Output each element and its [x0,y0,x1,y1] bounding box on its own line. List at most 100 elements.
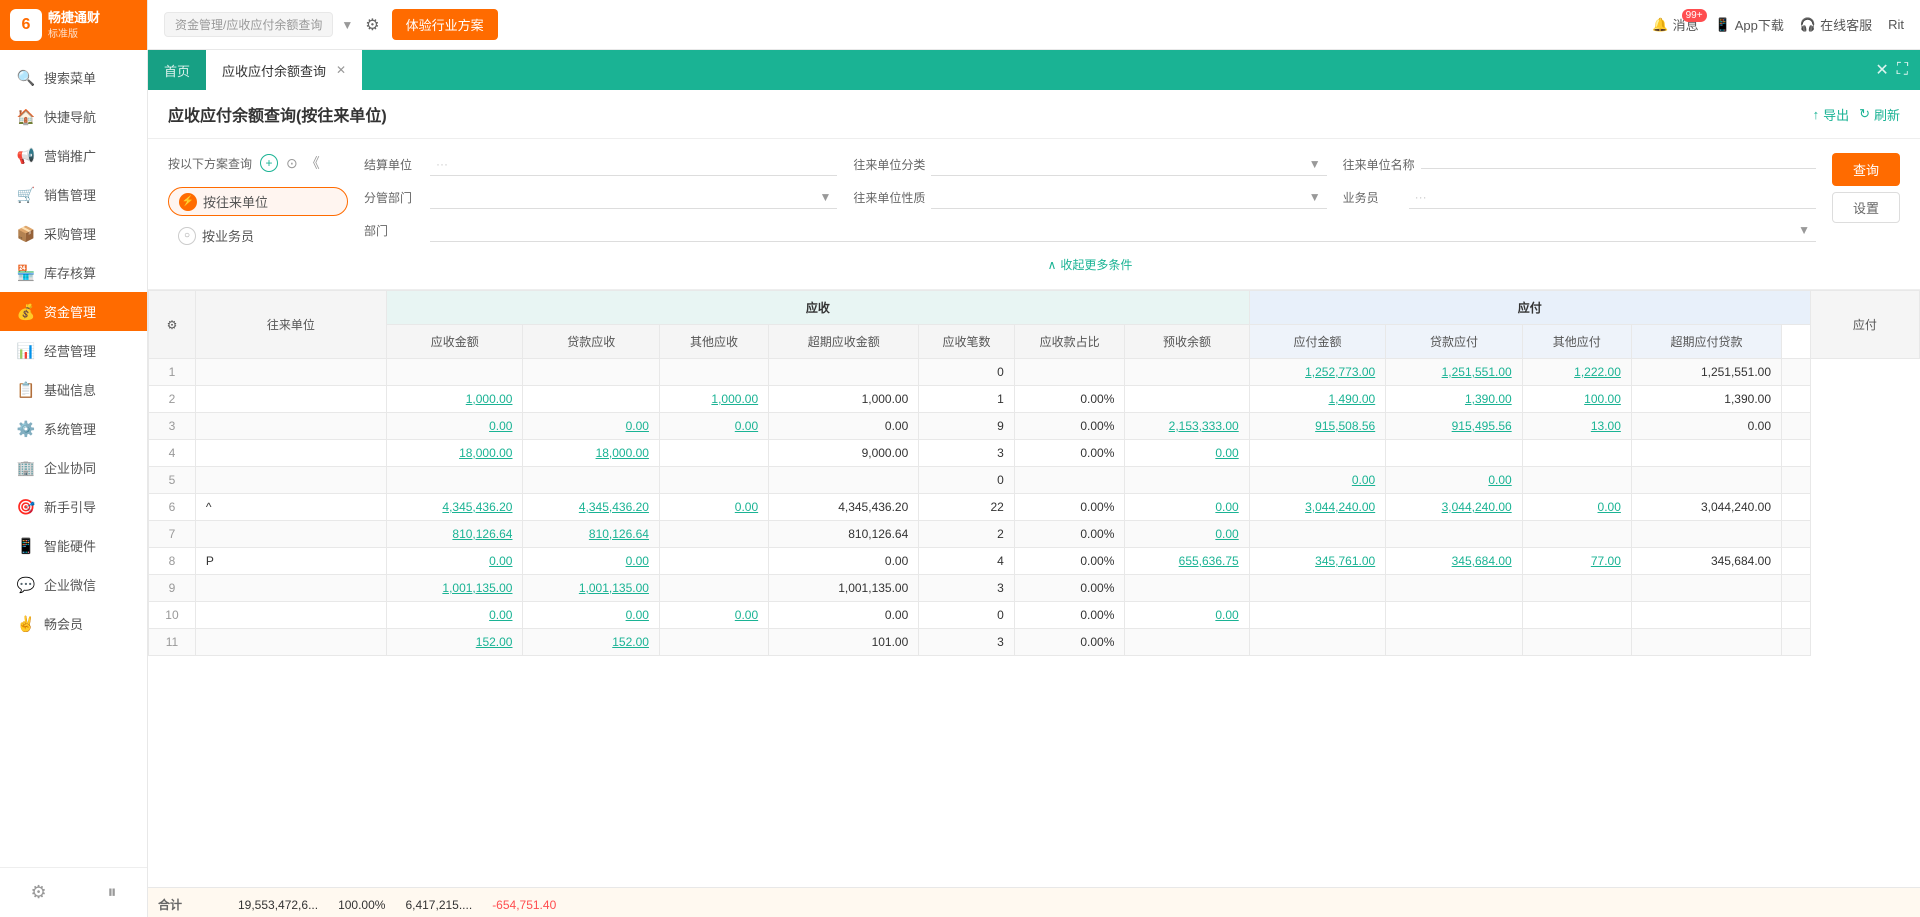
filter-collapse-icon[interactable]: 《 [306,153,320,173]
table-cell[interactable] [1386,440,1522,467]
table-cell[interactable]: 0.00 [1125,521,1249,548]
col-settings[interactable]: ⚙ [149,291,196,359]
table-cell[interactable] [523,386,659,413]
table-cell[interactable]: 0.00 [659,602,768,629]
sidebar-item-system[interactable]: ⚙️系统管理 [0,409,147,448]
table-cell[interactable] [523,359,659,386]
table-cell[interactable]: 2,153,333.00 [1125,413,1249,440]
table-cell[interactable]: 18,000.00 [386,440,522,467]
table-cell[interactable] [1125,575,1249,602]
table-cell[interactable]: 77.00 [1522,548,1631,575]
table-cell[interactable] [1522,575,1631,602]
table-cell[interactable]: 0.00 [1125,440,1249,467]
table-cell[interactable]: 0.00 [1249,467,1385,494]
tab-1[interactable]: 应收应付余额查询✕ [206,50,362,90]
sidebar-item-marketing[interactable]: 📢营销推广 [0,136,147,175]
table-cell[interactable] [1386,521,1522,548]
table-cell[interactable]: 0.00 [1125,602,1249,629]
wanglai-nature-select[interactable]: ▼ [931,186,1326,209]
table-cell[interactable]: 3,044,240.00 [1386,494,1522,521]
sidebar-item-basic[interactable]: 📋基础信息 [0,370,147,409]
table-cell[interactable]: 0.00 [386,548,522,575]
table-cell[interactable]: 655,636.75 [1125,548,1249,575]
sidebar-item-search[interactable]: 🔍搜索菜单 [0,58,147,97]
filter-add-button[interactable]: + [260,154,278,172]
app-download-button[interactable]: 📱 App下载 [1715,15,1784,34]
table-cell[interactable] [659,359,768,386]
table-cell[interactable]: 1,000.00 [659,386,768,413]
table-cell[interactable] [659,521,768,548]
sidebar-item-purchase[interactable]: 📦采购管理 [0,214,147,253]
table-cell[interactable] [1125,467,1249,494]
table-cell[interactable]: 0.00 [386,602,522,629]
table-cell[interactable] [1125,629,1249,656]
sidebar-item-capital[interactable]: 💰资金管理 [0,292,147,331]
table-cell[interactable]: 810,126.64 [386,521,522,548]
table-cell[interactable] [1249,440,1385,467]
filter-by-salesperson[interactable]: ○ 按业务员 [168,222,348,249]
table-cell[interactable]: 0.00 [1125,494,1249,521]
table-cell[interactable] [523,467,659,494]
fenguan-select[interactable]: ▼ [430,186,837,209]
online-service-button[interactable]: 🎧 在线客服 [1800,15,1872,34]
tab-0[interactable]: 首页 [148,50,206,90]
table-cell[interactable]: 915,508.56 [1249,413,1385,440]
table-cell[interactable]: 1,390.00 [1386,386,1522,413]
sidebar-item-inventory[interactable]: 🏪库存核算 [0,253,147,292]
settings-bottom-icon[interactable]: ⚙ [22,878,54,907]
table-cell[interactable]: 1,251,551.00 [1386,359,1522,386]
sidebar-item-corp[interactable]: 🏢企业协同 [0,448,147,487]
table-cell[interactable]: 1,490.00 [1249,386,1385,413]
table-cell[interactable] [659,548,768,575]
table-cell[interactable] [1249,521,1385,548]
table-cell[interactable]: 18,000.00 [523,440,659,467]
refresh-button[interactable]: ↻ 刷新 [1859,105,1900,124]
table-cell[interactable] [1249,602,1385,629]
table-cell[interactable]: 345,761.00 [1249,548,1385,575]
table-cell[interactable] [386,359,522,386]
table-cell[interactable] [1125,386,1249,413]
collapse-button[interactable]: ∧ 收起更多条件 [364,250,1816,279]
sidebar-item-hardware[interactable]: 📱智能硬件 [0,526,147,565]
table-cell[interactable]: 152.00 [386,629,522,656]
setting-button[interactable]: 设置 [1832,192,1900,223]
sidebar-item-guide[interactable]: 🎯新手引导 [0,487,147,526]
table-cell[interactable]: 4,345,436.20 [523,494,659,521]
table-cell[interactable]: 0.00 [659,494,768,521]
expand-tab-icon[interactable]: ⛶ [1897,61,1908,79]
table-cell[interactable]: 915,495.56 [1386,413,1522,440]
table-cell[interactable]: 1,000.00 [386,386,522,413]
table-cell[interactable]: 0.00 [659,413,768,440]
table-cell[interactable] [1249,575,1385,602]
wanglai-category-select[interactable]: ▼ [931,153,1326,176]
table-cell[interactable] [659,575,768,602]
gear-icon[interactable]: ⚙ [361,11,383,39]
table-cell[interactable] [1386,629,1522,656]
table-cell[interactable] [1522,467,1631,494]
sidebar-item-operation[interactable]: 📊经营管理 [0,331,147,370]
table-cell[interactable]: 0.00 [1522,494,1631,521]
table-cell[interactable] [1522,521,1631,548]
table-cell[interactable] [1522,629,1631,656]
table-cell[interactable] [1386,602,1522,629]
table-cell[interactable] [659,440,768,467]
sidebar-item-sales[interactable]: 🛒销售管理 [0,175,147,214]
table-cell[interactable]: 13.00 [1522,413,1631,440]
table-cell[interactable]: 152.00 [523,629,659,656]
table-cell[interactable]: 4,345,436.20 [386,494,522,521]
table-cell[interactable] [1522,440,1631,467]
table-cell[interactable]: 0.00 [386,413,522,440]
table-cell[interactable]: 1,222.00 [1522,359,1631,386]
table-cell[interactable]: 345,684.00 [1386,548,1522,575]
table-cell[interactable]: 0.00 [523,548,659,575]
export-button[interactable]: ↑ 导出 [1813,105,1850,124]
filter-by-partner[interactable]: ⚡ 按往来单位 [168,187,348,216]
notification-button[interactable]: 🔔 消息 99+ [1652,15,1698,34]
table-container[interactable]: ⚙ 往来单位 应收 应付 应付 应收金额 贷款应收 其他应收 超期应收金额 应收… [148,290,1920,887]
table-cell[interactable]: 100.00 [1522,386,1631,413]
table-cell[interactable]: 0.00 [1386,467,1522,494]
table-cell[interactable]: 3,044,240.00 [1249,494,1385,521]
table-cell[interactable] [1522,602,1631,629]
yewu-input[interactable]: ··· [1409,186,1816,209]
table-cell[interactable]: 1,001,135.00 [386,575,522,602]
